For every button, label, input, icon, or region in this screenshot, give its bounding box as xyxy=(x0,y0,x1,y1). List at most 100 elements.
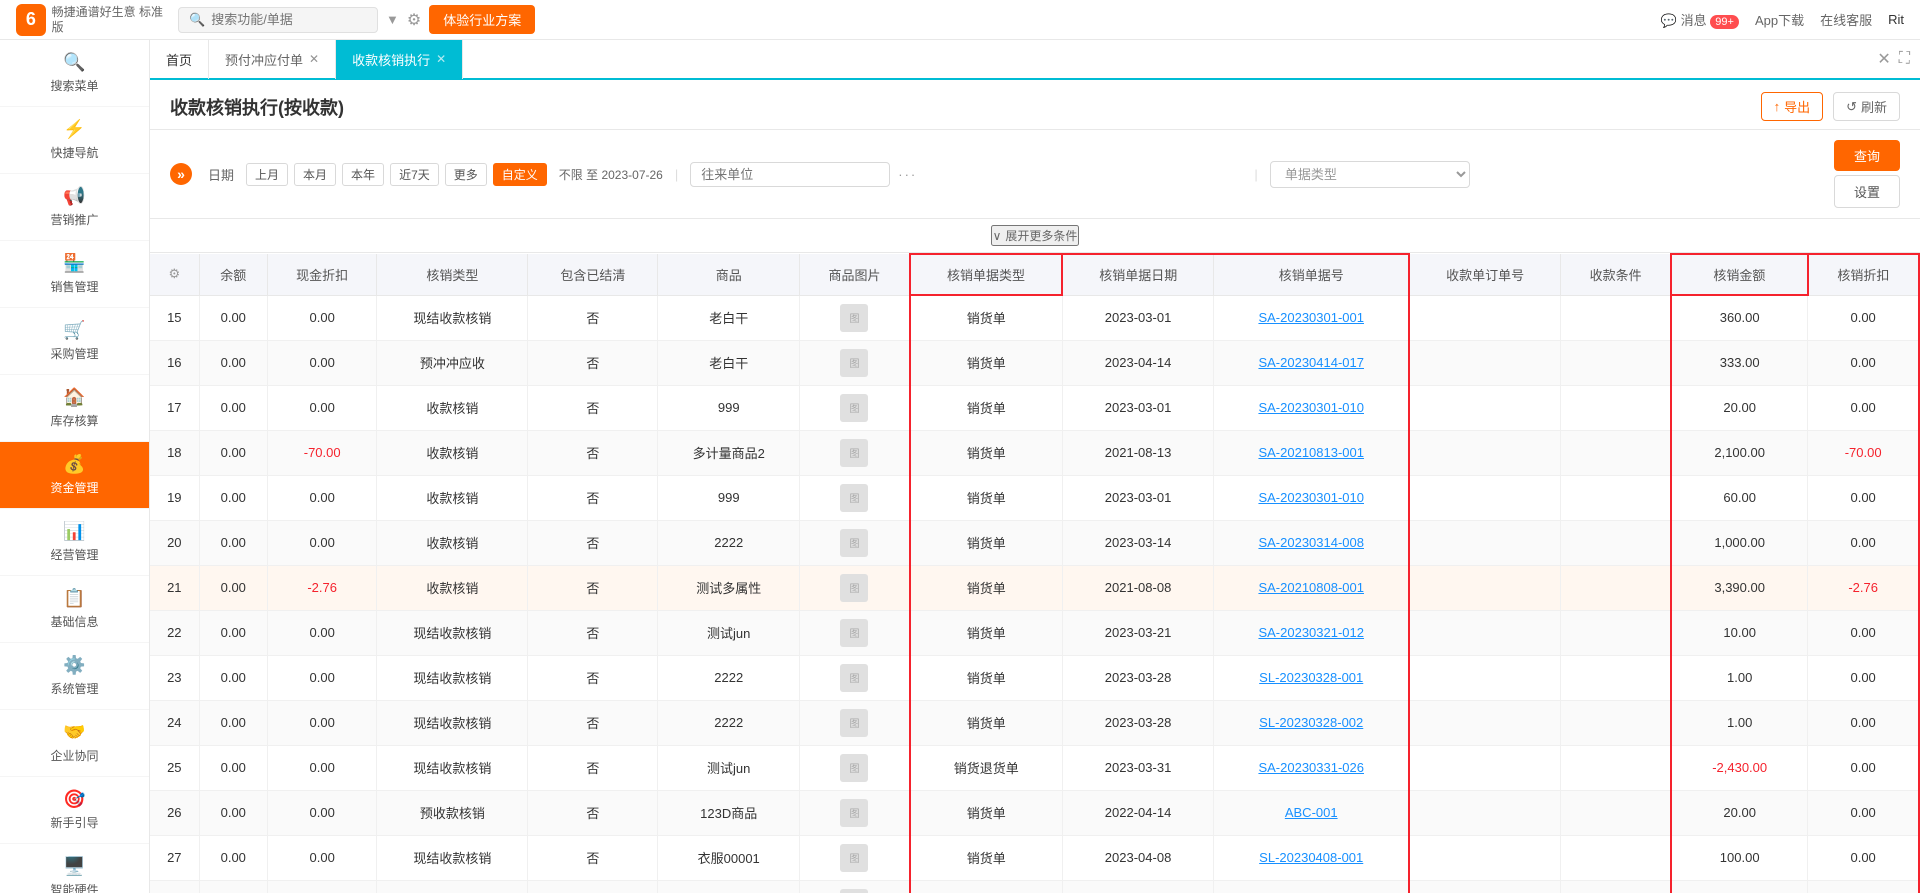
date-btn-custom[interactable]: 自定义 xyxy=(493,163,547,186)
cell-verify-bill-no[interactable]: SA-20230321-012 xyxy=(1214,610,1409,655)
cell-include-settled: 否 xyxy=(528,565,658,610)
sidebar-item-finance[interactable]: 💰 资金管理 xyxy=(0,442,149,509)
search-input[interactable] xyxy=(211,12,351,27)
cell-include-settled: 否 xyxy=(528,745,658,790)
search-wrap[interactable]: 🔍 xyxy=(178,7,378,33)
filter-expand-button[interactable]: » xyxy=(170,163,192,185)
cell-verify-bill-date: 2023-03-01 xyxy=(1062,385,1214,430)
cell-goods-img: 图 xyxy=(800,295,910,340)
cell-verify-bill-no[interactable]: SL-20230328-002 xyxy=(1214,700,1409,745)
chevron-down-icon[interactable]: ▼ xyxy=(386,12,399,27)
cell-verify-bill-date: 2023-03-01 xyxy=(1062,295,1214,340)
tab-prepay[interactable]: 预付冲应付单 ✕ xyxy=(209,40,336,79)
cell-receipt-order-no xyxy=(1409,385,1561,430)
tab-home[interactable]: 首页 xyxy=(150,40,209,79)
cell-verify-type: 收款核销 xyxy=(377,385,528,430)
tab-window-controls: ✕ ⛶ xyxy=(1867,49,1920,69)
refresh-button[interactable]: ↺ 刷新 xyxy=(1833,92,1900,121)
cell-goods: 123D商品 xyxy=(658,790,800,835)
user-name[interactable]: Rit xyxy=(1888,12,1904,27)
search-menu-icon: 🔍 xyxy=(63,52,85,73)
cell-goods-img: 图 xyxy=(800,340,910,385)
query-button[interactable]: 查询 xyxy=(1834,140,1900,171)
cell-verify-bill-no[interactable]: SA-20230331-026 xyxy=(1214,745,1409,790)
cell-verify-bill-no[interactable]: SL-20230328-001 xyxy=(1214,655,1409,700)
cell-verify-bill-date: 2023-03-31 xyxy=(1062,745,1214,790)
cell-verify-bill-no[interactable]: SA-20230301-001 xyxy=(1214,295,1409,340)
sidebar-item-smart[interactable]: 🖥️ 智能硬件 xyxy=(0,844,149,893)
sidebar-item-operations[interactable]: 📊 经营管理 xyxy=(0,509,149,576)
cell-verify-amount: 1.00 xyxy=(1671,655,1808,700)
expand-window-icon[interactable]: ⛶ xyxy=(1899,50,1910,68)
table-row: 21 0.00 -2.76 收款核销 否 测试多属性 图 销货单 2021-08… xyxy=(150,565,1919,610)
th-settings[interactable]: ⚙ xyxy=(150,254,199,295)
tab-receivable[interactable]: 收款核销执行 ✕ xyxy=(336,40,463,79)
unit-filter-input[interactable] xyxy=(690,162,890,187)
cell-verify-bill-no[interactable]: SA-20210808-001 xyxy=(1214,565,1409,610)
notification-area[interactable]: 💬 消息 99+ xyxy=(1661,10,1739,29)
sidebar-item-quick[interactable]: ⚡ 快捷导航 xyxy=(0,107,149,174)
cell-balance: 0.00 xyxy=(199,430,267,475)
cell-verify-type: 现结收款核销 xyxy=(377,700,528,745)
cell-verify-type: 现结收款核销 xyxy=(377,745,528,790)
cell-include-settled: 否 xyxy=(528,610,658,655)
cell-verify-type: 收款核销 xyxy=(377,430,528,475)
industry-button[interactable]: 体验行业方案 xyxy=(429,5,535,34)
cell-verify-bill-no[interactable]: SL-20230408-001 xyxy=(1214,835,1409,880)
date-btn-7days[interactable]: 近7天 xyxy=(390,163,439,186)
online-service-link[interactable]: 在线客服 xyxy=(1820,10,1872,29)
cell-verify-bill-no[interactable]: ABC-001 xyxy=(1214,790,1409,835)
cell-verify-bill-type: 销货单 xyxy=(910,880,1062,893)
cell-verify-bill-date: 2023-04-18 xyxy=(1062,880,1214,893)
sidebar-item-marketing[interactable]: 📢 营销推广 xyxy=(0,174,149,241)
sidebar-item-enterprise[interactable]: 🤝 企业协同 xyxy=(0,710,149,777)
sidebar-item-purchase[interactable]: 🛒 采购管理 xyxy=(0,308,149,375)
cell-goods-img: 图 xyxy=(800,880,910,893)
cell-verify-bill-date: 2023-03-28 xyxy=(1062,700,1214,745)
export-button[interactable]: ↑ 导出 xyxy=(1761,92,1824,121)
expand-more-button[interactable]: ∨ 展开更多条件 xyxy=(991,225,1080,246)
date-btn-this-month[interactable]: 本月 xyxy=(294,163,336,186)
sidebar: 🔍 搜索菜单 ⚡ 快捷导航 📢 营销推广 🏪 销售管理 🛒 采购管理 🏠 库存核… xyxy=(0,40,150,893)
table-wrap[interactable]: ⚙ 余额 现金折扣 核销类型 包含已结清 商品 商品图片 核销单据类型 核销单据… xyxy=(150,253,1920,893)
cell-goods-img: 图 xyxy=(800,655,910,700)
sidebar-item-system[interactable]: ⚙️ 系统管理 xyxy=(0,643,149,710)
cell-verify-bill-no[interactable]: SA-20230314-008 xyxy=(1214,520,1409,565)
sidebar-item-newbie[interactable]: 🎯 新手引导 xyxy=(0,777,149,844)
sidebar-item-search[interactable]: 🔍 搜索菜单 xyxy=(0,40,149,107)
sidebar-item-sales[interactable]: 🏪 销售管理 xyxy=(0,241,149,308)
cell-verify-bill-no[interactable]: SA-20230301-010 xyxy=(1214,475,1409,520)
type-filter-select[interactable]: 单据类型 xyxy=(1270,161,1470,188)
tab-receivable-close[interactable]: ✕ xyxy=(436,52,446,66)
cell-goods: 衣服00001 xyxy=(658,835,800,880)
sidebar-item-basic[interactable]: 📋 基础信息 xyxy=(0,576,149,643)
th-include-settled: 包含已结清 xyxy=(528,254,658,295)
export-icon: ↑ xyxy=(1774,99,1781,114)
cell-no: 21 xyxy=(150,565,199,610)
cell-verify-bill-no[interactable]: SA-20230301-010 xyxy=(1214,385,1409,430)
date-btn-more[interactable]: 更多 xyxy=(445,163,487,186)
setting-button[interactable]: 设置 xyxy=(1834,175,1900,208)
cell-verify-amount: 1,000.00 xyxy=(1671,520,1808,565)
cell-receipt-order-no xyxy=(1409,565,1561,610)
app-download-link[interactable]: App下载 xyxy=(1755,10,1804,29)
sidebar-item-inventory[interactable]: 🏠 库存核算 xyxy=(0,375,149,442)
cell-receipt-condition xyxy=(1561,340,1671,385)
cell-balance: 0.00 xyxy=(199,565,267,610)
cell-include-settled: 否 xyxy=(528,835,658,880)
close-window-icon[interactable]: ✕ xyxy=(1877,49,1890,69)
date-btn-this-year[interactable]: 本年 xyxy=(342,163,384,186)
cell-goods: 多计量商品2 xyxy=(658,430,800,475)
cell-verify-amount: 3,390.00 xyxy=(1671,565,1808,610)
tab-prepay-close[interactable]: ✕ xyxy=(309,52,319,66)
date-btn-last-month[interactable]: 上月 xyxy=(246,163,288,186)
cell-verify-bill-date: 2023-03-28 xyxy=(1062,655,1214,700)
cell-verify-bill-no[interactable]: SA-20210813-001 xyxy=(1214,430,1409,475)
cell-include-settled: 否 xyxy=(528,655,658,700)
cell-verify-bill-no[interactable]: SA-20230414-017 xyxy=(1214,340,1409,385)
gear-icon[interactable]: ⚙ xyxy=(407,10,421,30)
cell-cash-discount: 0.00 xyxy=(267,835,377,880)
main-table: ⚙ 余额 现金折扣 核销类型 包含已结清 商品 商品图片 核销单据类型 核销单据… xyxy=(150,253,1920,893)
th-goods: 商品 xyxy=(658,254,800,295)
cell-verify-bill-no[interactable]: SL-20230418-001 xyxy=(1214,880,1409,893)
